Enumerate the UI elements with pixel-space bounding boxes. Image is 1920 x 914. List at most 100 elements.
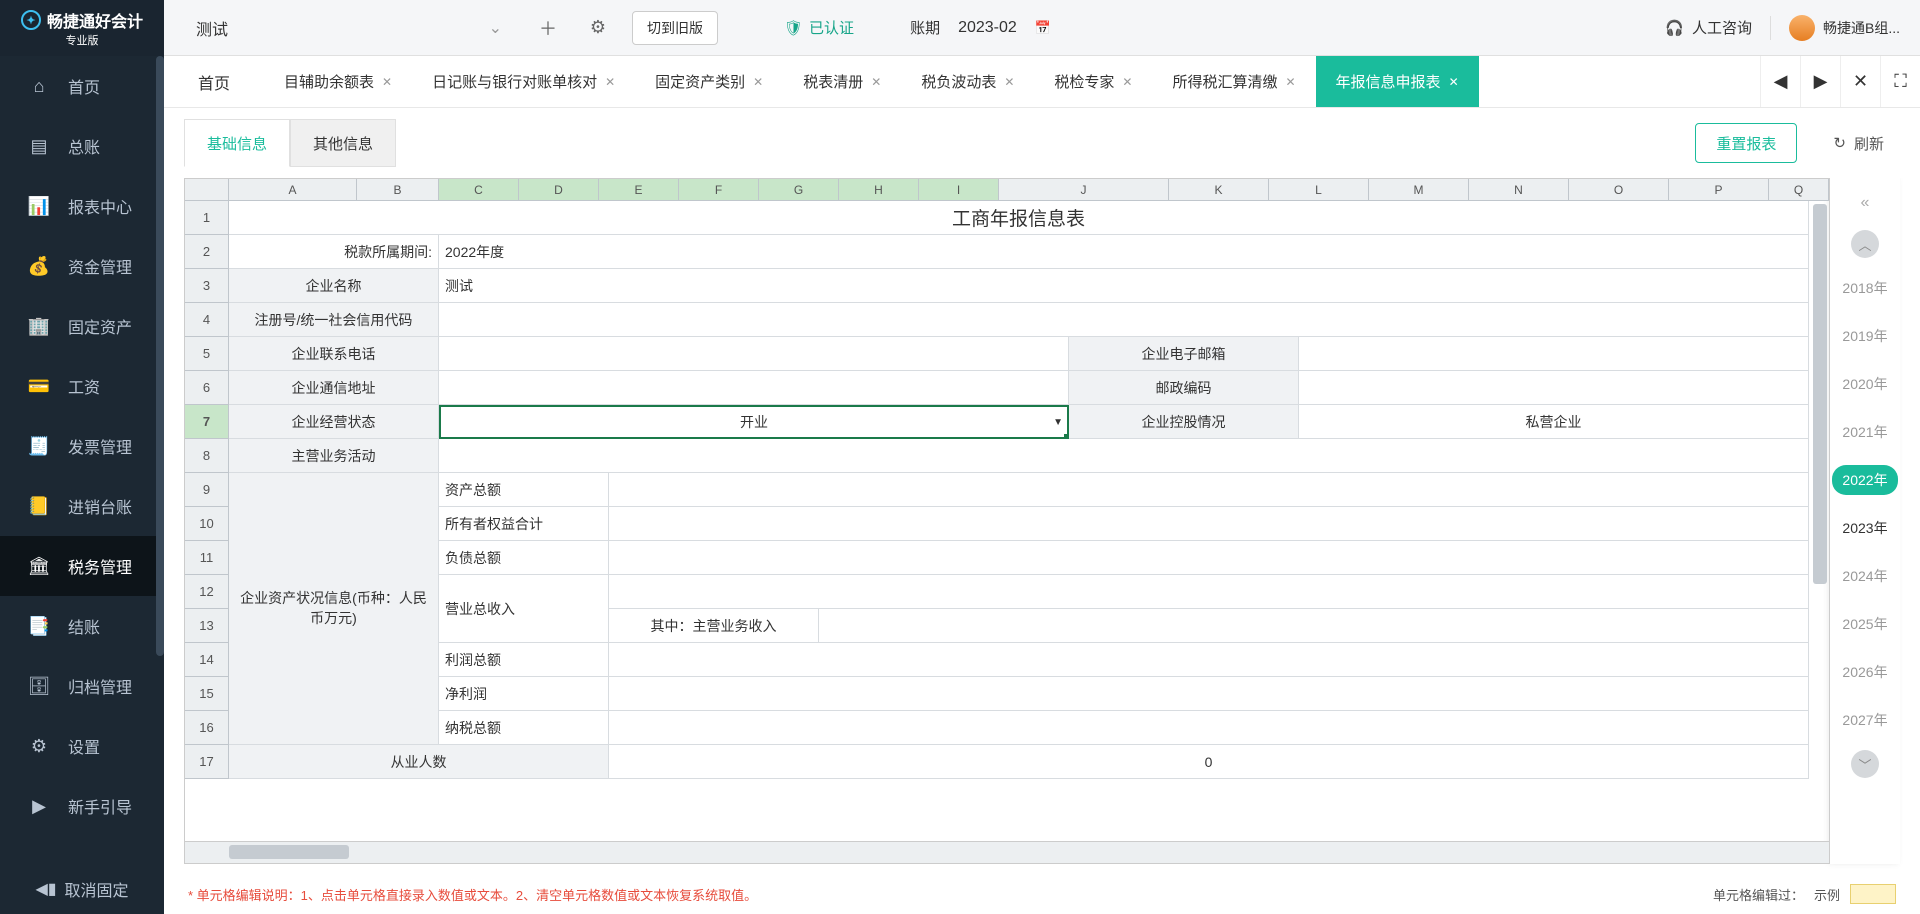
year-2020年[interactable]: 2020年 [1830,360,1900,408]
row-header-2[interactable]: 2 [185,235,229,269]
col-header-A[interactable]: A [229,179,357,201]
tab-home[interactable]: 首页 [164,56,264,107]
liabilities-value[interactable] [609,541,1809,575]
vertical-scrollbar[interactable] [1813,204,1827,838]
row-header-14[interactable]: 14 [185,643,229,677]
postcode-label[interactable]: 邮政编码 [1069,371,1299,405]
owner-equity-value[interactable] [609,507,1809,541]
horizontal-scrollbar[interactable] [185,841,1829,863]
close-icon[interactable]: ✕ [382,75,392,89]
col-header-B[interactable]: B [357,179,439,201]
unpin-button[interactable]: ◀▮ 取消固定 [0,864,164,914]
row-header-5[interactable]: 5 [185,337,229,371]
sidebar-item-9[interactable]: 📑结账 [0,596,164,656]
status-label[interactable]: 企业经营状态 [229,405,439,439]
year-down-button[interactable]: ﹀ [1851,750,1879,778]
close-icon[interactable]: ✕ [1449,75,1459,89]
col-header-O[interactable]: O [1569,179,1669,201]
row-header-11[interactable]: 11 [185,541,229,575]
year-2019年[interactable]: 2019年 [1830,312,1900,360]
tab-5[interactable]: 税检专家✕ [1034,56,1152,107]
col-header-D[interactable]: D [519,179,599,201]
employees-label[interactable]: 从业人数 [229,745,609,779]
user-menu[interactable]: 畅捷通B组... [1789,15,1900,41]
net-profit-label[interactable]: 净利润 [439,677,609,711]
calendar-icon[interactable]: 📅 [1035,20,1051,36]
total-profit-label[interactable]: 利润总额 [439,643,609,677]
col-header-J[interactable]: J [999,179,1169,201]
switch-old-version-button[interactable]: 切到旧版 [632,11,718,45]
year-up-button[interactable]: ︿ [1851,230,1879,258]
row-header-7[interactable]: 7 [185,405,229,439]
dropdown-arrow-icon[interactable]: ▼ [1053,417,1063,428]
email-label[interactable]: 企业电子邮箱 [1069,337,1299,371]
sidebar-item-12[interactable]: ▶新手引导 [0,776,164,836]
holding-value[interactable]: 私营企业 [1299,405,1809,439]
col-header-P[interactable]: P [1669,179,1769,201]
collapse-year-panel-icon[interactable]: « [1861,188,1870,218]
phone-value[interactable] [439,337,1069,371]
hscroll-thumb[interactable] [229,845,349,859]
sidebar-item-4[interactable]: 🏢固定资产 [0,296,164,356]
col-header-K[interactable]: K [1169,179,1269,201]
row-header-12[interactable]: 12 [185,575,229,609]
main-revenue-label[interactable]: 其中：主营业务收入 [609,609,819,643]
col-header-C[interactable]: C [439,179,519,201]
tab-scroll-left[interactable]: ◀ [1760,56,1800,107]
fullscreen-icon[interactable]: ⛶ [1880,56,1920,107]
col-header-G[interactable]: G [759,179,839,201]
reg-code-label[interactable]: 注册号/统一社会信用代码 [229,303,439,337]
period-value-cell[interactable]: 2022年度 [439,235,1809,269]
reset-report-button[interactable]: 重置报表 [1695,123,1797,163]
tab-1[interactable]: 日记账与银行对账单核对✕ [412,56,635,107]
vscroll-thumb[interactable] [1813,204,1827,584]
postcode-value[interactable] [1299,371,1809,405]
row-header-15[interactable]: 15 [185,677,229,711]
address-value[interactable] [439,371,1069,405]
company-selector[interactable]: 测试 ⌄ [184,8,514,48]
tab-6[interactable]: 所得税汇算清缴✕ [1152,56,1315,107]
sidebar-item-8[interactable]: 🏛税务管理 [0,536,164,596]
col-header-M[interactable]: M [1369,179,1469,201]
sheet-body[interactable]: 1 工商年报信息表 2 税款所属期间: 2022年度 3 企业名称 测试 [185,201,1829,841]
reg-code-value[interactable] [439,303,1809,337]
tab-3[interactable]: 税表清册✕ [783,56,901,107]
revenue-value[interactable] [609,575,1809,609]
col-header-F[interactable]: F [679,179,759,201]
company-name-label[interactable]: 企业名称 [229,269,439,303]
close-icon[interactable]: ✕ [753,75,763,89]
year-2021年[interactable]: 2021年 [1830,408,1900,456]
net-profit-value[interactable] [609,677,1809,711]
main-biz-value[interactable] [439,439,1809,473]
sidebar-item-6[interactable]: 🧾发票管理 [0,416,164,476]
subtab-other-info[interactable]: 其他信息 [290,119,396,167]
holding-label[interactable]: 企业控股情况 [1069,405,1299,439]
sidebar-item-10[interactable]: 🗄归档管理 [0,656,164,716]
status-value-cell[interactable]: 开业 ▼ [439,405,1069,439]
row-header-3[interactable]: 3 [185,269,229,303]
tab-scroll-right[interactable]: ▶ [1800,56,1840,107]
address-label[interactable]: 企业通信地址 [229,371,439,405]
add-button[interactable]: ＋ [532,12,564,44]
period-label-cell[interactable]: 税款所属期间: [229,235,439,269]
total-assets-label[interactable]: 资产总额 [439,473,609,507]
close-icon[interactable]: ✕ [1122,75,1132,89]
tab-7[interactable]: 年报信息申报表✕ [1316,56,1479,107]
tax-total-value[interactable] [609,711,1809,745]
total-profit-value[interactable] [609,643,1809,677]
year-2026年[interactable]: 2026年 [1830,648,1900,696]
row-header-16[interactable]: 16 [185,711,229,745]
sidebar-item-2[interactable]: 📊报表中心 [0,176,164,236]
sidebar-item-5[interactable]: 💳工资 [0,356,164,416]
total-assets-value[interactable] [609,473,1809,507]
sidebar-item-1[interactable]: ▤总账 [0,116,164,176]
email-value[interactable] [1299,337,1809,371]
phone-label[interactable]: 企业联系电话 [229,337,439,371]
col-header-L[interactable]: L [1269,179,1369,201]
close-icon[interactable]: ✕ [1285,75,1295,89]
sidebar-item-7[interactable]: 📒进销台账 [0,476,164,536]
row-header-17[interactable]: 17 [185,745,229,779]
row-header-10[interactable]: 10 [185,507,229,541]
refresh-button[interactable]: ↻ 刷新 [1817,123,1900,163]
sidebar-item-3[interactable]: 💰资金管理 [0,236,164,296]
